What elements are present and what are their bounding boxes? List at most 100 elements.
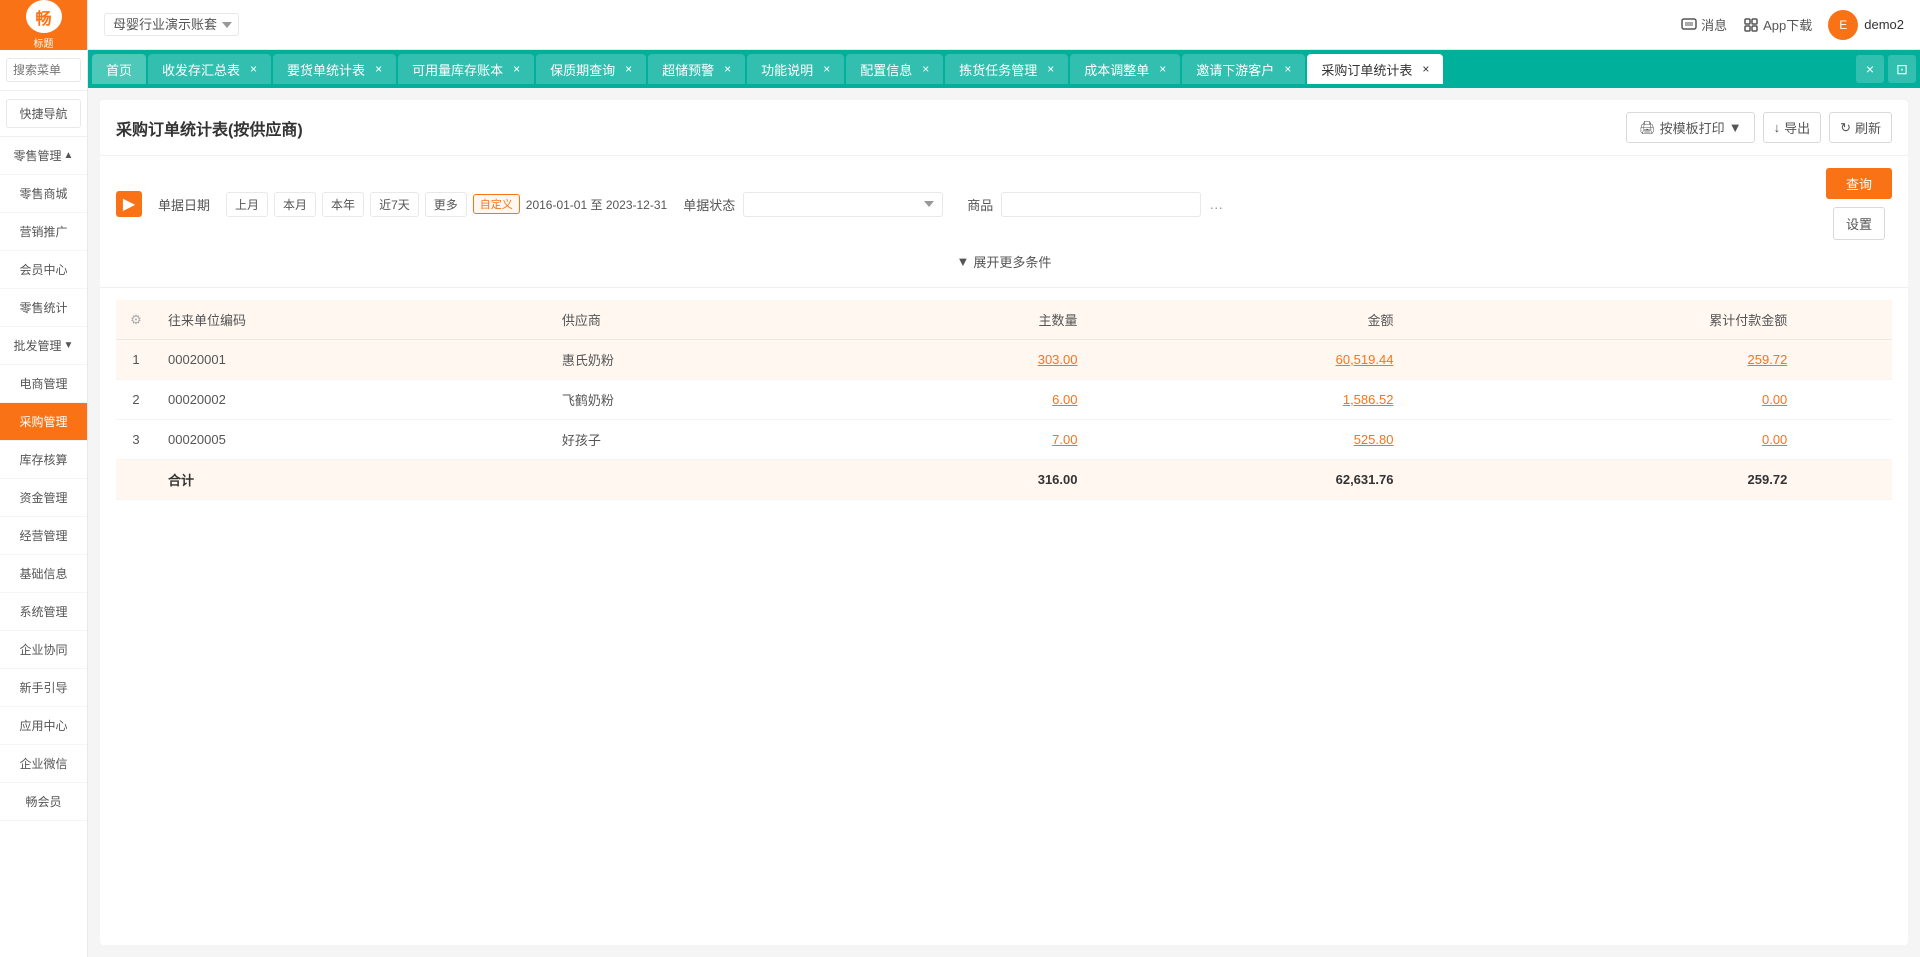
tab-baozhi[interactable]: 保质期查询 × [536, 54, 646, 84]
paid-link[interactable]: 259.72 [1748, 352, 1788, 367]
filter-toggle-button[interactable]: ▶ [116, 191, 142, 217]
amount-link[interactable]: 525.80 [1354, 432, 1394, 447]
tab-kucun[interactable]: 可用量库存账本 × [398, 54, 534, 84]
qty-link[interactable]: 303.00 [1038, 352, 1078, 367]
cell-paid: 259.72 [1405, 340, 1799, 380]
sidebar-item-batch[interactable]: 批发管理 ▼ [0, 327, 87, 365]
sidebar-item-ecommerce[interactable]: 电商管理 [0, 365, 87, 403]
tab-close-icon[interactable]: × [823, 62, 830, 76]
date-btn-7days[interactable]: 近7天 [370, 192, 419, 217]
logo-text: 标题 [34, 35, 54, 50]
date-btn-last-month[interactable]: 上月 [226, 192, 268, 217]
export-icon: ↓ [1774, 120, 1781, 135]
user-menu[interactable]: E demo2 [1828, 10, 1904, 40]
col-extra [1799, 300, 1892, 340]
workspace-select[interactable]: 母婴行业演示账套 [104, 13, 239, 36]
tab-close-icon[interactable]: × [724, 62, 731, 76]
tab-yaohuo[interactable]: 要货单统计表 × [273, 54, 396, 84]
tab-expand-button[interactable]: ⊡ [1888, 55, 1916, 83]
sidebar-item-wechat[interactable]: 企业微信 [0, 745, 87, 783]
col-qty: 主数量 [843, 300, 1089, 340]
tab-close-icon[interactable]: × [1047, 62, 1054, 76]
chevron-down-icon: ▲ [64, 150, 74, 161]
table-container: ⚙ 往来单位编码 供应商 主数量 金额 累计付款金额 1 [100, 288, 1908, 512]
tab-zhihuo[interactable]: 拣货任务管理 × [945, 54, 1068, 84]
sidebar-item-operations[interactable]: 经营管理 [0, 517, 87, 555]
sidebar-item-label: 营销推广 [19, 225, 67, 239]
sidebar-item-member[interactable]: 会员中心 [0, 251, 87, 289]
qty-link[interactable]: 6.00 [1052, 392, 1077, 407]
refresh-button[interactable]: ↻ 刷新 [1829, 112, 1892, 143]
settings-button[interactable]: 设置 [1833, 207, 1885, 240]
tab-chengben[interactable]: 成本调整单 × [1070, 54, 1180, 84]
cell-index: 3 [116, 420, 156, 460]
date-btn-this-year[interactable]: 本年 [322, 192, 364, 217]
tab-yaoqing[interactable]: 邀请下游客户 × [1182, 54, 1305, 84]
sidebar-item-retail-stat[interactable]: 零售统计 [0, 289, 87, 327]
tab-close-icon[interactable]: × [625, 62, 632, 76]
search-button[interactable]: 查询 [1826, 168, 1892, 199]
date-btn-more[interactable]: 更多 [425, 192, 467, 217]
print-icon: 🖨 [1639, 120, 1656, 136]
sidebar-item-label: 电商管理 [19, 377, 67, 391]
search-input[interactable] [6, 58, 81, 82]
filter-more-row: ▼ 展开更多条件 [116, 248, 1892, 275]
tab-caigou[interactable]: 采购订单统计表 × [1307, 54, 1443, 84]
main-area: 母婴行业演示账套 消息 App下载 E demo2 首页 [88, 0, 1920, 957]
tab-gongneng[interactable]: 功能说明 × [747, 54, 844, 84]
tab-chaochubao[interactable]: 超储预警 × [648, 54, 745, 84]
goods-input[interactable] [1001, 192, 1201, 217]
tab-close-all-button[interactable]: × [1856, 55, 1884, 83]
tab-close-icon[interactable]: × [250, 62, 257, 76]
expand-more-button[interactable]: ▼ 展开更多条件 [945, 248, 1064, 275]
cell-amount: 525.80 [1089, 420, 1405, 460]
tab-close-icon[interactable]: × [1422, 62, 1429, 76]
cell-index: 2 [116, 380, 156, 420]
tab-close-icon[interactable]: × [922, 62, 929, 76]
sidebar-item-basic[interactable]: 基础信息 [0, 555, 87, 593]
sidebar-item-retail[interactable]: 零售管理 ▲ [0, 137, 87, 175]
sidebar-item-inventory[interactable]: 库存核算 [0, 441, 87, 479]
tab-home[interactable]: 首页 [92, 54, 146, 84]
more-options-icon[interactable]: … [1209, 196, 1223, 212]
tab-close-icon[interactable]: × [1284, 62, 1291, 76]
print-button[interactable]: 🖨 按模板打印 ▼ [1626, 112, 1754, 143]
sidebar-item-label: 采购管理 [19, 415, 67, 429]
tab-label: 邀请下游客户 [1196, 60, 1274, 79]
amount-link[interactable]: 60,519.44 [1336, 352, 1394, 367]
sidebar-item-enterprise[interactable]: 企业协同 [0, 631, 87, 669]
tab-close-icon[interactable]: × [513, 62, 520, 76]
paid-link[interactable]: 0.00 [1762, 392, 1787, 407]
message-button[interactable]: 消息 [1681, 15, 1727, 34]
col-settings: ⚙ [116, 300, 156, 340]
sidebar-item-label: 库存核算 [19, 453, 67, 467]
refresh-icon: ↻ [1840, 120, 1851, 136]
tab-close-icon[interactable]: × [375, 62, 382, 76]
amount-link[interactable]: 1,586.52 [1343, 392, 1394, 407]
tab-close-icon[interactable]: × [1159, 62, 1166, 76]
tab-label: 首页 [106, 60, 132, 79]
sidebar-item-newguide[interactable]: 新手引导 [0, 669, 87, 707]
quick-nav-button[interactable]: 快捷导航 [6, 99, 81, 128]
custom-date-badge: 自定义 [473, 194, 520, 214]
tab-peizhi[interactable]: 配置信息 × [846, 54, 943, 84]
sidebar-item-marketing[interactable]: 营销推广 [0, 213, 87, 251]
status-filter-group: 单据状态 [683, 192, 943, 217]
sidebar-item-label: 零售商城 [19, 187, 67, 201]
qty-link[interactable]: 7.00 [1052, 432, 1077, 447]
sidebar-item-member2[interactable]: 畅会员 [0, 783, 87, 821]
tab-shoufasummary[interactable]: 收发存汇总表 × [148, 54, 271, 84]
sidebar-item-finance[interactable]: 资金管理 [0, 479, 87, 517]
sidebar-item-retail-shop[interactable]: 零售商城 [0, 175, 87, 213]
cell-extra [1799, 420, 1892, 460]
paid-link[interactable]: 0.00 [1762, 432, 1787, 447]
date-btn-this-month[interactable]: 本月 [274, 192, 316, 217]
status-select[interactable] [743, 192, 943, 217]
sidebar-item-label: 畅会员 [25, 795, 61, 809]
sidebar-item-purchase[interactable]: 采购管理 [0, 403, 87, 441]
app-download-button[interactable]: App下载 [1743, 15, 1812, 34]
column-settings-icon[interactable]: ⚙ [130, 312, 142, 327]
sidebar-item-appcenter[interactable]: 应用中心 [0, 707, 87, 745]
sidebar-item-system[interactable]: 系统管理 [0, 593, 87, 631]
export-button[interactable]: ↓ 导出 [1763, 112, 1822, 143]
